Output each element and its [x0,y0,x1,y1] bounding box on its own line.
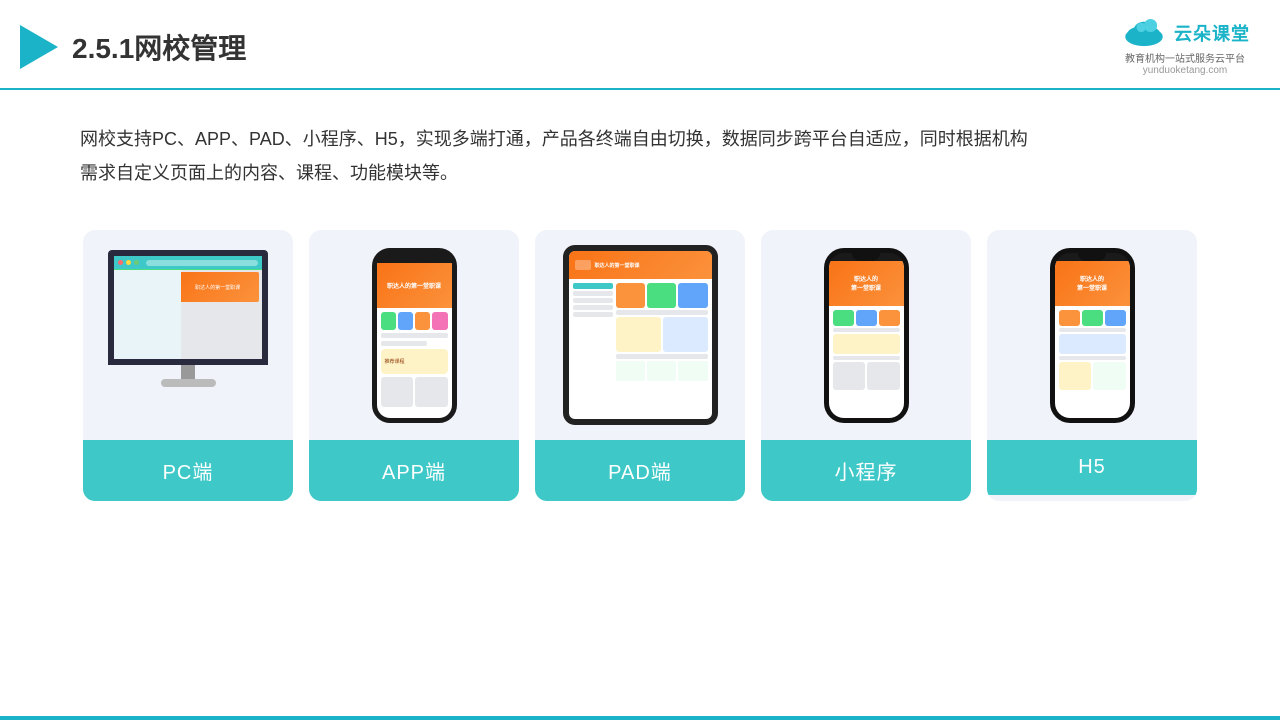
card-pad-image: 职达人的第一堂职课 [535,230,745,440]
cloud-icon [1120,18,1168,48]
card-h5-image: 职达人的第一堂职课 [987,230,1197,440]
pc-monitor: 职达人的第一堂职课 [103,250,273,420]
card-h5: 职达人的第一堂职课 [987,230,1197,501]
monitor-stand-neck [181,365,195,379]
h5-phone-mockup: 职达人的第一堂职课 [1050,248,1135,423]
header-left: 2.5.1网校管理 [20,25,246,69]
logo-url: yunduoketang.com [1143,65,1228,76]
card-pad: 职达人的第一堂职课 [535,230,745,501]
card-miniapp-label: 小程序 [761,440,971,501]
cards-container: 职达人的第一堂职课 [0,210,1280,501]
page-header: 2.5.1网校管理 云朵课堂 教育机构一站式服务云平台 yunduoketang… [0,0,1280,90]
card-app-image: 职达人的第一堂职课 推荐课程 [309,230,519,440]
card-app-label: APP端 [309,440,519,501]
card-h5-label: H5 [987,440,1197,495]
card-app: 职达人的第一堂职课 推荐课程 [309,230,519,501]
card-pc-label: PC端 [83,440,293,501]
card-pc: 职达人的第一堂职课 [83,230,293,501]
logo-cloud: 云朵课堂 [1120,18,1250,48]
bottom-border [0,716,1280,720]
monitor-screen-inner: 职达人的第一堂职课 [114,256,262,359]
miniapp-phone-mockup: 职达人的第一堂职课 [824,248,909,423]
phone-notch [400,253,428,263]
logo-main-text: 云朵课堂 [1174,20,1250,46]
page-title: 2.5.1网校管理 [72,27,246,67]
logo-sub: 教育机构一站式服务云平台 [1125,50,1245,65]
description-text: 网校支持PC、APP、PAD、小程序、H5，实现多端打通，产品各终端自由切换，数… [0,90,1280,210]
card-pad-label: PAD端 [535,440,745,501]
pad-mockup: 职达人的第一堂职课 [563,245,718,425]
card-miniapp: 职达人的第一堂职课 [761,230,971,501]
card-miniapp-image: 职达人的第一堂职课 [761,230,971,440]
app-phone-mockup: 职达人的第一堂职课 推荐课程 [372,248,457,423]
card-pc-image: 职达人的第一堂职课 [83,230,293,440]
logo-area: 云朵课堂 教育机构一站式服务云平台 yunduoketang.com [1120,18,1250,76]
play-icon [20,25,58,69]
monitor-screen: 职达人的第一堂职课 [108,250,268,365]
monitor-stand-base [161,379,216,387]
title-text: 2.5.1网校管理 [72,33,246,64]
